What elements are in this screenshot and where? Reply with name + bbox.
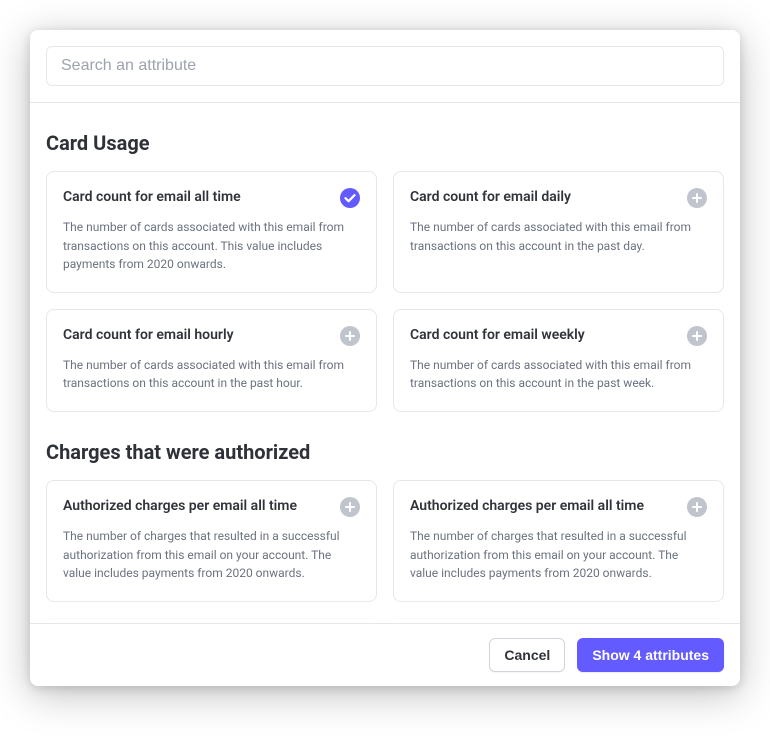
attribute-picker-modal: Card Usage Card count for email all time… — [30, 30, 740, 686]
attribute-title: Authorized charges per email all time — [63, 497, 297, 515]
attribute-card[interactable]: Card count for email hourly The number o… — [46, 309, 377, 412]
check-circle-icon[interactable] — [340, 188, 360, 208]
attribute-desc: The number of cards associated with this… — [63, 356, 360, 393]
attribute-desc: The number of charges that resulted in a… — [63, 527, 360, 583]
attribute-desc: The number of cards associated with this… — [63, 218, 360, 274]
section-title-charges-authorized: Charges that were authorized — [46, 440, 724, 464]
attribute-card[interactable]: Authorized charges per email daily — [393, 618, 724, 623]
attribute-desc: The number of charges that resulted in a… — [410, 527, 707, 583]
plus-circle-icon[interactable] — [687, 188, 707, 208]
cancel-button[interactable]: Cancel — [489, 638, 565, 672]
attribute-card[interactable]: Card count for email weekly The number o… — [393, 309, 724, 412]
attribute-card[interactable]: Card count for email daily The number of… — [393, 171, 724, 293]
search-bar — [30, 30, 740, 103]
modal-footer: Cancel Show 4 attributes — [30, 623, 740, 686]
plus-circle-icon[interactable] — [687, 326, 707, 346]
card-usage-grid: Card count for email all time The number… — [46, 171, 724, 412]
attribute-title: Card count for email all time — [63, 188, 241, 206]
attribute-desc: The number of cards associated with this… — [410, 218, 707, 255]
plus-circle-icon[interactable] — [340, 497, 360, 517]
charges-authorized-grid: Authorized charges per email all time Th… — [46, 480, 724, 623]
show-attributes-button[interactable]: Show 4 attributes — [577, 638, 724, 672]
attribute-title: Card count for email hourly — [63, 326, 234, 344]
attribute-title: Authorized charges per email all time — [410, 497, 644, 515]
attribute-desc: The number of cards associated with this… — [410, 356, 707, 393]
attribute-list: Card Usage Card count for email all time… — [30, 103, 740, 623]
attribute-card[interactable]: Authorized charges per email all time Th… — [46, 480, 377, 602]
attribute-card[interactable]: Card count for email all time The number… — [46, 171, 377, 293]
plus-circle-icon[interactable] — [687, 497, 707, 517]
section-title-card-usage: Card Usage — [46, 131, 724, 155]
plus-circle-icon[interactable] — [340, 326, 360, 346]
attribute-title: Card count for email daily — [410, 188, 571, 206]
search-input[interactable] — [46, 46, 724, 86]
attribute-card[interactable]: Authorized charges per email weekly — [46, 618, 377, 623]
attribute-title: Card count for email weekly — [410, 326, 585, 344]
attribute-card[interactable]: Authorized charges per email all time Th… — [393, 480, 724, 602]
